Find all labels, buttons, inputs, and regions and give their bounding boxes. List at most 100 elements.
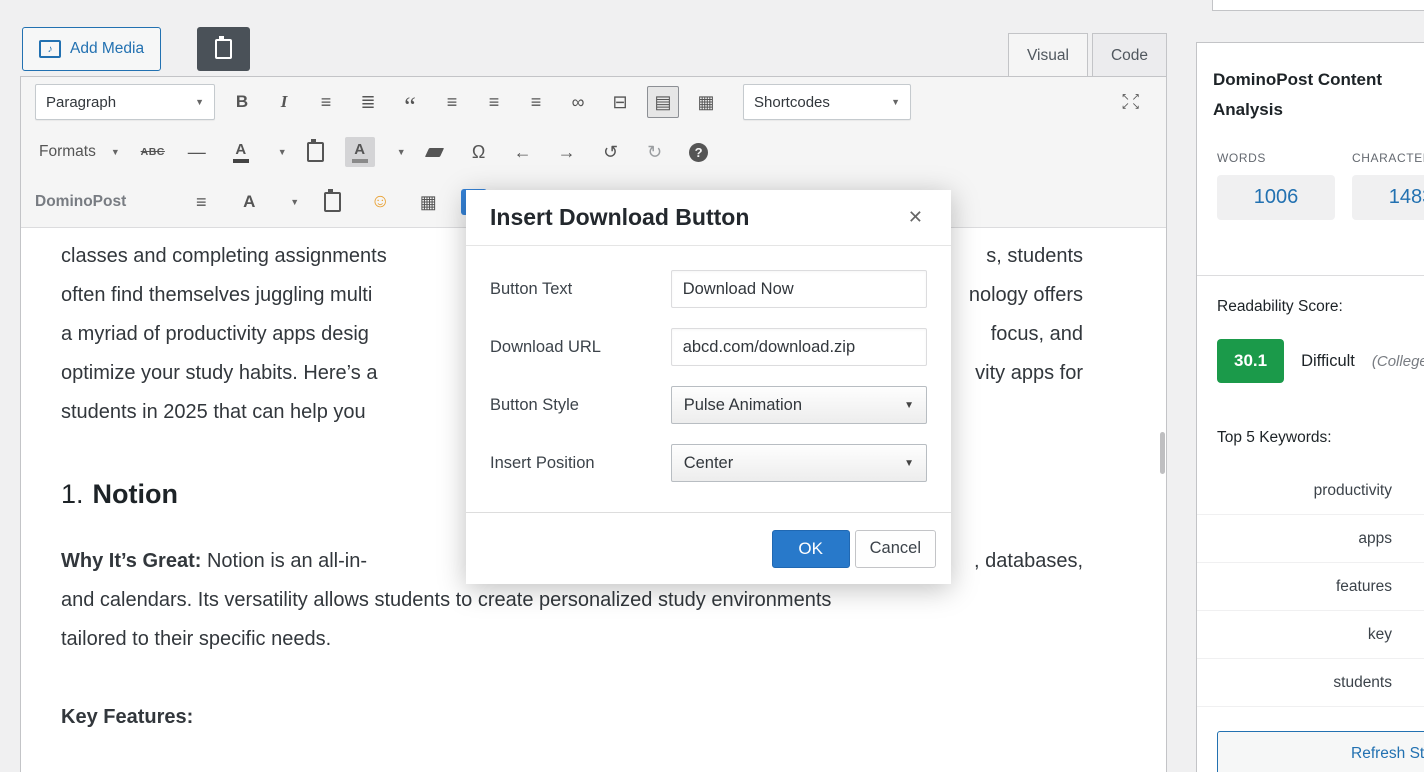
- insert-position-value: Center: [683, 453, 734, 472]
- toc-list-button[interactable]: ≡: [186, 187, 216, 217]
- readability-score-badge: 30.1: [1217, 339, 1285, 383]
- characters-value: 1483: [1352, 175, 1424, 220]
- content-analysis-panel: DominoPost Content Analysis WORDS 1006 C…: [1196, 42, 1424, 772]
- text-color-caret-icon[interactable]: ▼: [278, 147, 287, 157]
- background-color-caret-icon[interactable]: ▼: [397, 147, 406, 157]
- readability-note: (College): [1371, 352, 1424, 370]
- indent-button[interactable]: →: [552, 137, 582, 167]
- divider: [1197, 275, 1424, 276]
- chevron-down-icon: ▼: [891, 97, 900, 107]
- keyword-row: students: [1197, 659, 1424, 707]
- readability-level: Difficult: [1301, 351, 1355, 370]
- keyword-row: productivity: [1197, 467, 1424, 515]
- bold-button[interactable]: B: [227, 87, 257, 117]
- outdent-button[interactable]: ←: [508, 137, 538, 167]
- keywords-title: Top 5 Keywords:: [1217, 429, 1332, 446]
- words-stat: WORDS 1006: [1217, 151, 1352, 220]
- editor-scrollbar[interactable]: [1160, 432, 1165, 474]
- redo-button[interactable]: ↻: [640, 137, 670, 167]
- formats-dropdown[interactable]: Formats ▼: [35, 143, 124, 161]
- characters-stat: CHARACTERS 1483: [1352, 151, 1424, 220]
- readability-score-label: Readability Score:: [1217, 298, 1343, 315]
- button-text-input[interactable]: [670, 270, 927, 308]
- button-style-label: Button Style: [490, 395, 579, 414]
- tab-visual[interactable]: Visual: [1008, 33, 1088, 77]
- modal-footer: OK Cancel: [466, 512, 951, 584]
- paragraph-select-value: Paragraph: [46, 93, 117, 111]
- shortcodes-select-value: Shortcodes: [754, 93, 830, 111]
- tab-code[interactable]: Code: [1091, 33, 1167, 77]
- align-center-button[interactable]: ≡: [479, 87, 509, 117]
- chevron-down-icon: ▼: [110, 147, 120, 157]
- ok-button[interactable]: OK: [771, 529, 850, 568]
- align-left-button[interactable]: ≡: [437, 87, 467, 117]
- numbered-list-button[interactable]: ≣: [353, 87, 383, 117]
- link-button[interactable]: ∞: [563, 87, 593, 117]
- form-row: Button Style Pulse Animation ▼: [490, 386, 927, 424]
- font-settings-caret-icon[interactable]: ▼: [290, 197, 299, 207]
- toolbar-toggle-button[interactable]: ▤: [647, 86, 679, 118]
- background-color-button[interactable]: A: [344, 137, 375, 167]
- refresh-stats-button[interactable]: Refresh Stats: [1217, 731, 1424, 772]
- toolbar-row-2: Formats ▼ ABC — A ▼ A ▼ Ω ← → ↺ ↻ ?: [21, 127, 1166, 177]
- button-text-label: Button Text: [490, 279, 573, 298]
- paste-as-text-button[interactable]: [301, 137, 331, 167]
- words-value: 1006: [1217, 175, 1335, 220]
- wordpress-editor-screen: ♪ Add Media Visual Code Paragraph ▼ B I …: [0, 0, 1424, 772]
- readability-row: 30.1 Difficult (College): [1217, 339, 1424, 383]
- cancel-button[interactable]: Cancel: [854, 529, 936, 568]
- button-style-value: Pulse Animation: [683, 395, 803, 414]
- table-grid-button[interactable]: ▦: [413, 187, 443, 217]
- form-row: Download URL: [490, 328, 927, 366]
- blockquote-button[interactable]: “: [395, 82, 425, 122]
- editor-mode-tabs: Visual Code: [20, 33, 1167, 77]
- close-icon[interactable]: ✕: [904, 203, 927, 232]
- italic-button[interactable]: I: [269, 87, 299, 117]
- button-style-select[interactable]: Pulse Animation ▼: [670, 386, 927, 424]
- download-url-input[interactable]: [670, 328, 927, 366]
- keyword-row: apps: [1197, 515, 1424, 563]
- form-row: Insert Position Center ▼: [490, 444, 927, 482]
- font-settings-button[interactable]: A: [234, 187, 264, 217]
- keyword-row: features: [1197, 563, 1424, 611]
- strikethrough-button[interactable]: ABC: [141, 146, 165, 158]
- toolbar-row-1: Paragraph ▼ B I ≡ ≣ “ ≡ ≡ ≡ ∞ ⊟ ▤ ▦ Shor…: [21, 77, 1166, 127]
- characters-label: CHARACTERS: [1352, 151, 1424, 165]
- chevron-down-icon: ▼: [904, 399, 914, 411]
- background-color-icon: A: [351, 142, 368, 163]
- horizontal-rule-button[interactable]: —: [182, 137, 212, 167]
- clipboard-icon: [323, 189, 341, 212]
- bullet-list-button[interactable]: ≡: [311, 87, 341, 117]
- panel-title: DominoPost Content Analysis: [1213, 70, 1383, 119]
- copy-content-button[interactable]: [317, 187, 347, 217]
- chevron-down-icon: ▼: [195, 97, 204, 107]
- undo-button[interactable]: ↺: [596, 137, 626, 167]
- download-url-label: Download URL: [490, 337, 601, 356]
- stats-row: WORDS 1006 CHARACTERS 1483: [1217, 151, 1424, 220]
- insert-position-label: Insert Position: [490, 453, 595, 472]
- help-icon: ?: [689, 142, 709, 162]
- panel-above-cut: [1212, 0, 1424, 11]
- formats-label: Formats: [39, 143, 96, 160]
- align-right-button[interactable]: ≡: [521, 87, 551, 117]
- shortcodes-select[interactable]: Shortcodes ▼: [743, 84, 911, 120]
- modal-header: Insert Download Button ✕: [466, 190, 951, 246]
- fullscreen-button[interactable]: ↖↗ ↙↘: [1121, 93, 1142, 112]
- read-more-tag-button[interactable]: ⊟: [605, 87, 635, 117]
- clear-formatting-button[interactable]: [420, 137, 450, 167]
- table-button[interactable]: ▦: [691, 87, 721, 117]
- words-label: WORDS: [1217, 151, 1266, 165]
- text-color-icon: A: [232, 142, 249, 163]
- insert-download-button-modal: Insert Download Button ✕ Button Text Dow…: [466, 190, 951, 584]
- paragraph-format-select[interactable]: Paragraph ▼: [35, 84, 215, 120]
- dominopost-brand-label: DominoPost: [35, 193, 127, 210]
- insert-position-select[interactable]: Center ▼: [670, 444, 927, 482]
- keyword-row: key: [1197, 611, 1424, 659]
- help-button[interactable]: ?: [684, 137, 714, 167]
- modal-title: Insert Download Button: [490, 204, 750, 230]
- clipboard-icon: [307, 139, 325, 162]
- modal-body: Button Text Download URL Button Style Pu…: [466, 246, 951, 482]
- special-character-button[interactable]: Ω: [464, 137, 494, 167]
- text-color-button[interactable]: A: [226, 137, 256, 167]
- emoji-button[interactable]: ☺: [365, 187, 395, 217]
